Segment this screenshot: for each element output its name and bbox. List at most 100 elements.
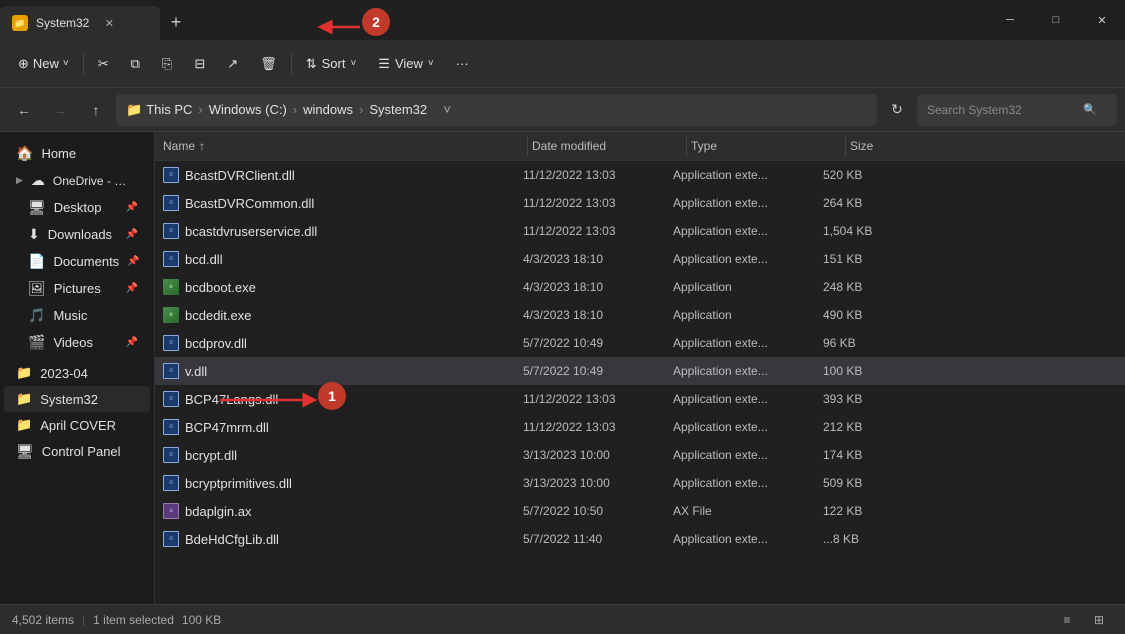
- close-window-button[interactable]: ✕: [1079, 0, 1125, 40]
- header-date[interactable]: Date modified: [532, 139, 682, 153]
- toolbar: ⊕ New ˅ ✂ ⧉ ⎘ ⊟ ↗ 🗑 ⇅ Sort ˅ ☰: [0, 40, 1125, 88]
- search-input[interactable]: [927, 103, 1077, 117]
- table-row[interactable]: e bcdedit.exe 4/3/2023 18:10 Application…: [155, 301, 1125, 329]
- table-row[interactable]: d bcryptprimitives.dll 3/13/2023 10:00 A…: [155, 469, 1125, 497]
- grid-view-button[interactable]: ⊞: [1085, 609, 1113, 631]
- table-row[interactable]: d bcastdvruserservice.dll 11/12/2022 13:…: [155, 217, 1125, 245]
- size-info: 100 KB: [182, 613, 221, 627]
- file-type: Application exte...: [673, 420, 823, 434]
- delete-button[interactable]: 🗑: [250, 46, 287, 82]
- window-controls: ─ □ ✕: [987, 0, 1125, 40]
- ax-icon: a: [163, 503, 179, 519]
- sidebar-item-control-panel[interactable]: 🖥 Control Panel: [4, 438, 150, 465]
- table-row[interactable]: d bcrypt.dll 3/13/2023 10:00 Application…: [155, 441, 1125, 469]
- sidebar-item-onedrive[interactable]: ▶ ☁ OneDrive - Persi: [4, 167, 150, 194]
- new-button[interactable]: ⊕ New ˅: [8, 46, 79, 82]
- sidebar-label-music: Music: [53, 308, 87, 323]
- sidebar-item-home[interactable]: 🏠 Home: [4, 140, 150, 167]
- header-size[interactable]: Size: [850, 139, 940, 153]
- table-row[interactable]: d BcastDVRClient.dll 11/12/2022 13:03 Ap…: [155, 161, 1125, 189]
- control-panel-icon: 🖥: [16, 443, 34, 460]
- table-row[interactable]: d bcd.dll 4/3/2023 18:10 Application ext…: [155, 245, 1125, 273]
- path-thispc: This PC: [146, 102, 192, 117]
- dll-icon: d: [163, 531, 179, 547]
- table-row[interactable]: e bcdboot.exe 4/3/2023 18:10 Application…: [155, 273, 1125, 301]
- sidebar-item-2023-04[interactable]: 📁 2023-04: [4, 360, 150, 386]
- file-size: ...8 KB: [823, 532, 913, 546]
- sort-button[interactable]: ⇅ Sort ˅: [296, 46, 367, 82]
- more-button[interactable]: ···: [446, 46, 479, 82]
- back-button[interactable]: ←: [8, 94, 40, 126]
- pictures-pin: 📌: [126, 283, 138, 294]
- file-name-cell: a bdaplgin.ax: [163, 503, 523, 519]
- table-row[interactable]: d BCP47mrm.dll 11/12/2022 13:03 Applicat…: [155, 413, 1125, 441]
- sidebar-label-downloads: Downloads: [48, 227, 112, 242]
- sidebar-label-april-cover: April COVER: [40, 418, 116, 433]
- videos-pin: 📌: [126, 337, 138, 348]
- address-bar: ← → ↑ 📁 This PC › Windows (C:) › windows…: [0, 88, 1125, 132]
- header-type[interactable]: Type: [691, 139, 841, 153]
- paste-button[interactable]: ⎘: [152, 46, 182, 82]
- maximize-button[interactable]: □: [1033, 0, 1079, 40]
- sort-icon: ⇅: [306, 56, 317, 72]
- sidebar-item-system32[interactable]: 📁 System32: [4, 386, 150, 412]
- refresh-button[interactable]: ↻: [881, 94, 913, 126]
- file-type: Application exte...: [673, 336, 823, 350]
- cut-button[interactable]: ✂: [88, 46, 119, 82]
- active-tab[interactable]: 📁 System32 ✕: [0, 6, 160, 40]
- table-row[interactable]: d bcdprov.dll 5/7/2022 10:49 Application…: [155, 329, 1125, 357]
- folder-system32-icon: 📁: [16, 391, 32, 407]
- file-size: 248 KB: [823, 280, 913, 294]
- path-drive: Windows (C:): [209, 102, 287, 117]
- tab-close-button[interactable]: ✕: [101, 15, 117, 31]
- annotation-1: 1: [318, 382, 346, 410]
- forward-button[interactable]: →: [44, 94, 76, 126]
- search-box[interactable]: 🔍: [917, 94, 1117, 126]
- file-size: 520 KB: [823, 168, 913, 182]
- table-row[interactable]: d BCP47Langs.dll 11/12/2022 13:03 Applic…: [155, 385, 1125, 413]
- file-date: 11/12/2022 13:03: [523, 168, 673, 182]
- sidebar-label-2023-04: 2023-04: [40, 366, 88, 381]
- table-row[interactable]: d BdeHdCfgLib.dll 5/7/2022 11:40 Applica…: [155, 525, 1125, 553]
- header-name[interactable]: Name ↑: [163, 139, 523, 153]
- downloads-pin: 📌: [126, 229, 138, 240]
- table-row[interactable]: d BcastDVRCommon.dll 11/12/2022 13:03 Ap…: [155, 189, 1125, 217]
- col-divider-2: [686, 136, 687, 156]
- videos-icon: 🎬: [28, 334, 45, 351]
- share-button[interactable]: ↗: [217, 46, 248, 82]
- share-icon: ↗: [227, 56, 238, 72]
- path-system32: System32: [369, 102, 427, 117]
- minimize-button[interactable]: ─: [987, 0, 1033, 40]
- sidebar-item-music[interactable]: 🎵 Music: [4, 302, 150, 329]
- compress-button[interactable]: ⊟: [184, 46, 215, 82]
- sidebar-item-downloads[interactable]: ⬇ Downloads 📌: [4, 221, 150, 248]
- file-type: Application exte...: [673, 476, 823, 490]
- path-sep-3: ›: [359, 102, 363, 117]
- table-row[interactable]: d v.dll 5/7/2022 10:49 Application exte.…: [155, 357, 1125, 385]
- view-toggle: ≡ ⊞: [1053, 609, 1113, 631]
- table-row[interactable]: a bdaplgin.ax 5/7/2022 10:50 AX File 122…: [155, 497, 1125, 525]
- up-button[interactable]: ↑: [80, 94, 112, 126]
- new-tab-button[interactable]: +: [160, 6, 192, 38]
- address-path[interactable]: 📁 This PC › Windows (C:) › windows › Sys…: [116, 94, 877, 126]
- file-size: 509 KB: [823, 476, 913, 490]
- list-view-button[interactable]: ≡: [1053, 609, 1081, 631]
- file-type: Application exte...: [673, 392, 823, 406]
- file-date: 11/12/2022 13:03: [523, 392, 673, 406]
- sidebar-item-documents[interactable]: 📄 Documents 📌: [4, 248, 150, 275]
- sidebar-item-videos[interactable]: 🎬 Videos 📌: [4, 329, 150, 356]
- view-label: View: [395, 56, 423, 71]
- folder-2023-icon: 📁: [16, 365, 32, 381]
- sidebar-item-desktop[interactable]: 🖥 Desktop 📌: [4, 194, 150, 221]
- view-button[interactable]: ☰ View ˅: [368, 46, 443, 82]
- toolbar-separator-1: [83, 52, 84, 76]
- file-list: Name ↑ Date modified Type Size d BcastDV…: [155, 132, 1125, 604]
- sidebar-item-april-cover[interactable]: 📁 April COVER: [4, 412, 150, 438]
- file-name-cell: d BcastDVRClient.dll: [163, 167, 523, 183]
- file-type: Application exte...: [673, 168, 823, 182]
- sidebar-label-system32: System32: [40, 392, 98, 407]
- sidebar-item-pictures[interactable]: 🖼 Pictures 📌: [4, 275, 150, 302]
- dll-icon: d: [163, 195, 179, 211]
- copy-button[interactable]: ⧉: [121, 46, 150, 82]
- path-dropdown-chevron[interactable]: ˅: [435, 94, 459, 126]
